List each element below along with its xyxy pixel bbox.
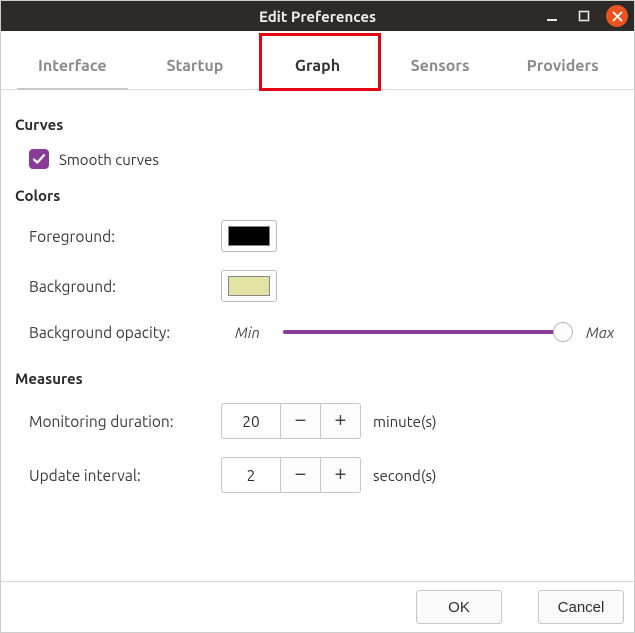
opacity-slider-thumb[interactable]: [553, 322, 573, 342]
background-color-button[interactable]: [221, 270, 277, 302]
maximize-button[interactable]: [574, 6, 594, 26]
background-label: Background:: [29, 278, 221, 295]
opacity-row: Background opacity: Min Max: [29, 320, 620, 344]
opacity-slider[interactable]: [283, 320, 572, 344]
tab-providers[interactable]: Providers: [501, 45, 624, 89]
interval-spinbox: 2 − +: [221, 457, 361, 493]
dialog-footer: OK Cancel: [1, 581, 634, 632]
content-area: Curves Smooth curves Colors Foreground: …: [1, 90, 634, 581]
section-curves-title: Curves: [15, 116, 620, 133]
tab-graph[interactable]: Graph: [256, 45, 379, 89]
tab-interface[interactable]: Interface: [11, 45, 134, 89]
close-button[interactable]: [606, 5, 628, 27]
interval-decrement-button[interactable]: −: [280, 458, 320, 492]
duration-row: Monitoring duration: 20 − + minute(s): [29, 403, 620, 439]
interval-label: Update interval:: [29, 467, 221, 484]
opacity-label: Background opacity:: [29, 324, 221, 341]
titlebar: Edit Preferences: [1, 1, 634, 31]
foreground-color-swatch: [228, 226, 270, 246]
window-title: Edit Preferences: [259, 8, 376, 25]
smooth-curves-row: Smooth curves: [29, 149, 620, 169]
duration-increment-button[interactable]: +: [320, 404, 360, 438]
tab-sensors[interactable]: Sensors: [379, 45, 502, 89]
section-colors-title: Colors: [15, 187, 620, 204]
interval-row: Update interval: 2 − + second(s): [29, 457, 620, 493]
foreground-label: Foreground:: [29, 228, 221, 245]
foreground-color-button[interactable]: [221, 220, 277, 252]
background-row: Background:: [29, 270, 620, 302]
duration-unit: minute(s): [373, 413, 437, 430]
interval-increment-button[interactable]: +: [320, 458, 360, 492]
minimize-button[interactable]: [542, 6, 562, 26]
duration-decrement-button[interactable]: −: [280, 404, 320, 438]
interval-unit: second(s): [373, 467, 437, 484]
background-color-swatch: [228, 276, 270, 296]
preferences-window: Edit Preferences Interface Startup Graph…: [0, 0, 635, 633]
smooth-curves-label: Smooth curves: [59, 151, 159, 168]
cancel-button[interactable]: Cancel: [538, 590, 624, 624]
opacity-slider-track: [283, 330, 572, 334]
duration-spinbox: 20 − +: [221, 403, 361, 439]
tab-startup[interactable]: Startup: [134, 45, 257, 89]
opacity-min-label: Min: [235, 324, 269, 341]
section-measures-title: Measures: [15, 370, 620, 387]
tabstrip: Interface Startup Graph Sensors Provider…: [1, 31, 634, 90]
window-controls: [542, 5, 628, 27]
opacity-max-label: Max: [586, 324, 620, 341]
interval-value[interactable]: 2: [222, 458, 280, 492]
duration-label: Monitoring duration:: [29, 413, 221, 430]
smooth-curves-checkbox[interactable]: [29, 149, 49, 169]
ok-button[interactable]: OK: [416, 590, 502, 624]
duration-value[interactable]: 20: [222, 404, 280, 438]
foreground-row: Foreground:: [29, 220, 620, 252]
